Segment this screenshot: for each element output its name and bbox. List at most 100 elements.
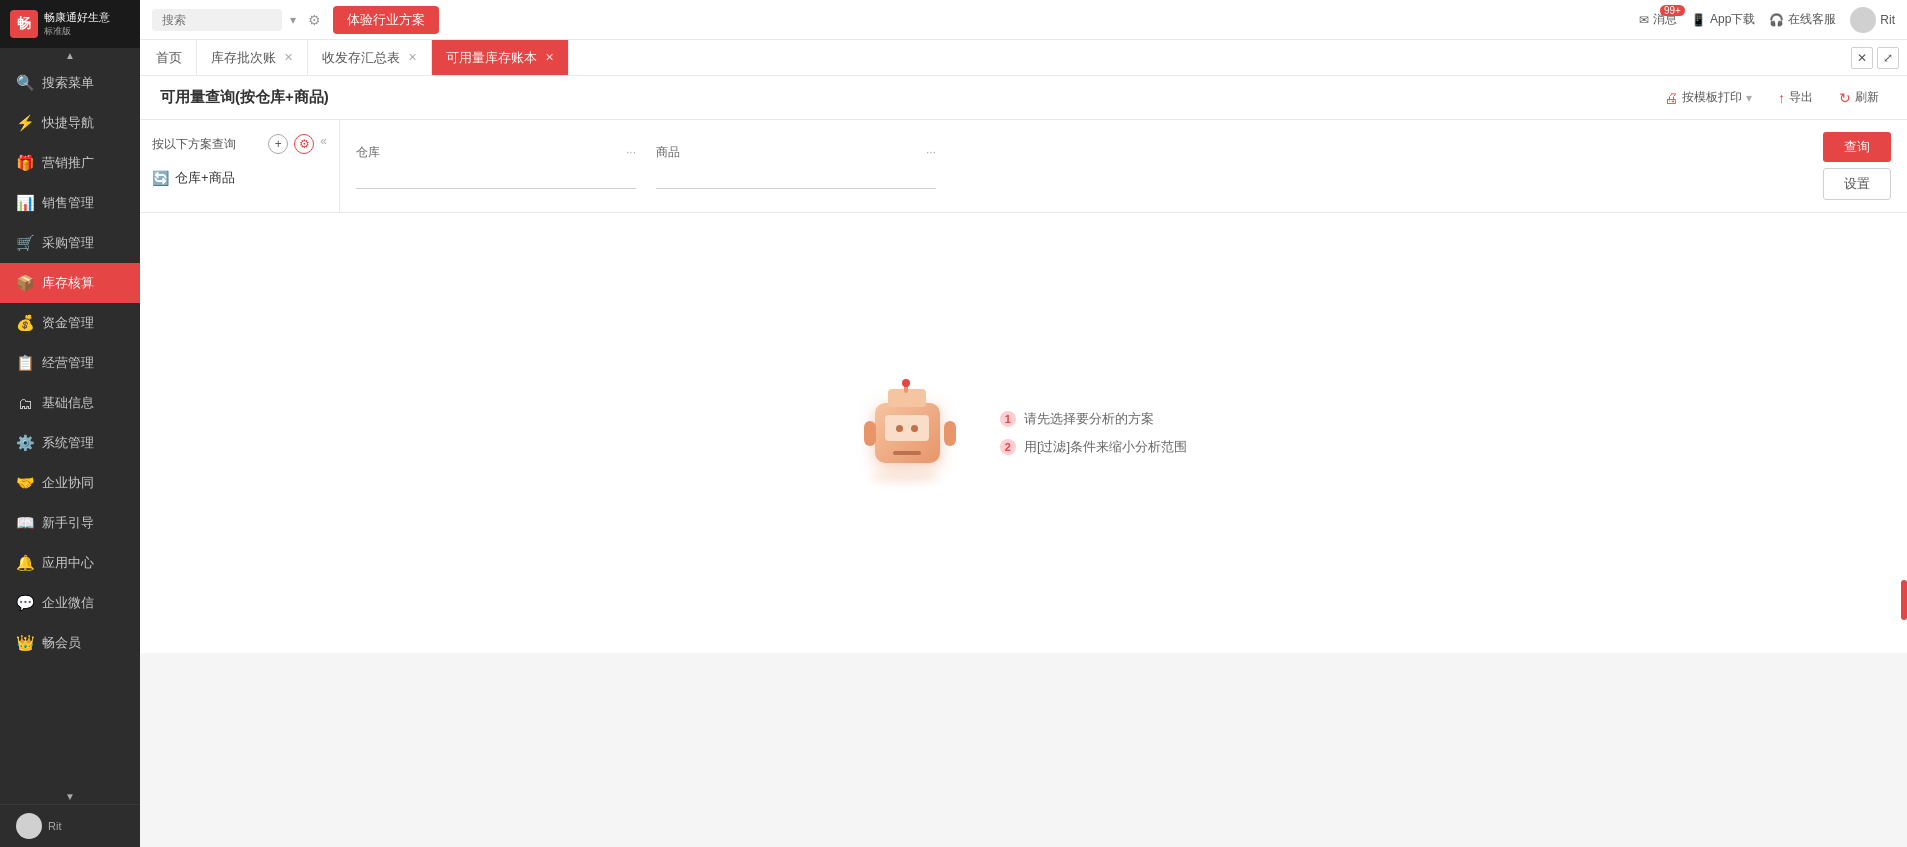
hint-item-2: 2 用[过滤]条件来缩小分析范围 xyxy=(1000,438,1187,456)
goods-field: 商品 ··· xyxy=(656,144,936,189)
sidebar: 畅 畅康通好生意 标准版 ▲ 🔍 搜索菜单 ⚡ 快捷导航 🎁 营销推广 📊 销售… xyxy=(0,0,140,847)
sidebar-item-system[interactable]: ⚙️ 系统管理 xyxy=(0,423,140,463)
expand-tab-button[interactable]: ⤢ xyxy=(1877,47,1899,69)
sidebar-item-sales[interactable]: 📊 销售管理 xyxy=(0,183,140,223)
guide-icon: 📖 xyxy=(16,514,34,532)
tab-available-ledger-close[interactable]: ✕ xyxy=(545,51,554,64)
tab-home[interactable]: 首页 xyxy=(140,40,197,76)
sidebar-item-member[interactable]: 👑 畅会员 xyxy=(0,623,140,663)
topbar-search-input[interactable] xyxy=(152,9,282,31)
user-avatar xyxy=(1850,7,1876,33)
sidebar-item-basic[interactable]: 🗂 基础信息 xyxy=(0,383,140,423)
empty-state: 1 请先选择要分析的方案 2 用[过滤]条件来缩小分析范围 xyxy=(140,213,1907,653)
purchase-icon: 🛒 xyxy=(16,234,34,252)
page-content: 可用量查询(按仓库+商品) 🖨 按模板打印 ▾ ↑ 导出 ↻ 刷新 xyxy=(140,76,1907,847)
scheme-label: 仓库+商品 xyxy=(175,169,235,187)
wecom-icon: 💬 xyxy=(16,594,34,612)
hint-text-1: 请先选择要分析的方案 xyxy=(1024,410,1154,428)
tab-batch-account[interactable]: 库存批次账 ✕ xyxy=(197,40,308,76)
hint-item-1: 1 请先选择要分析的方案 xyxy=(1000,410,1187,428)
sidebar-item-guide[interactable]: 📖 新手引导 xyxy=(0,503,140,543)
sidebar-item-label: 采购管理 xyxy=(42,234,94,252)
topbar-app-download[interactable]: 📱 App下载 xyxy=(1691,11,1755,28)
page-header-actions: 🖨 按模板打印 ▾ ↑ 导出 ↻ 刷新 xyxy=(1656,86,1887,109)
topbar-customer-service[interactable]: 🎧 在线客服 xyxy=(1769,11,1836,28)
app-badge: 标准版 xyxy=(44,25,110,38)
sidebar-item-apps[interactable]: 🔔 应用中心 xyxy=(0,543,140,583)
member-icon: 👑 xyxy=(16,634,34,652)
right-scrollbar[interactable] xyxy=(1901,580,1907,620)
message-icon: ✉ xyxy=(1639,13,1649,27)
finance-icon: 💰 xyxy=(16,314,34,332)
hint-num-2: 2 xyxy=(1000,439,1016,455)
sidebar-item-label: 基础信息 xyxy=(42,394,94,412)
sidebar-user-bottom[interactable]: Rit xyxy=(0,804,140,847)
tab-inventory-summary[interactable]: 收发存汇总表 ✕ xyxy=(308,40,432,76)
sidebar-item-wecom[interactable]: 💬 企业微信 xyxy=(0,583,140,623)
collapse-arrow[interactable]: « xyxy=(320,134,327,154)
trial-button[interactable]: 体验行业方案 xyxy=(333,6,439,34)
add-scheme-button[interactable]: + xyxy=(268,134,288,154)
export-icon: ↑ xyxy=(1778,90,1785,106)
goods-more-button[interactable]: ··· xyxy=(926,145,936,159)
topbar-gear-icon[interactable]: ⚙ xyxy=(308,12,321,28)
sidebar-item-label: 库存核算 xyxy=(42,274,94,292)
tab-home-label: 首页 xyxy=(156,49,182,67)
page-header: 可用量查询(按仓库+商品) 🖨 按模板打印 ▾ ↑ 导出 ↻ 刷新 xyxy=(140,76,1907,120)
query-fields: 仓库 ··· 商品 ··· 查询 设置 xyxy=(340,120,1907,212)
tabs-bar: 首页 库存批次账 ✕ 收发存汇总表 ✕ 可用量库存账本 ✕ ✕ ⤢ xyxy=(140,40,1907,76)
sidebar-item-label: 资金管理 xyxy=(42,314,94,332)
goods-field-label: 商品 ··· xyxy=(656,144,936,161)
sidebar-item-purchase[interactable]: 🛒 采购管理 xyxy=(0,223,140,263)
sales-icon: 📊 xyxy=(16,194,34,212)
sidebar-item-operations[interactable]: 📋 经营管理 xyxy=(0,343,140,383)
refresh-button[interactable]: ↻ 刷新 xyxy=(1831,86,1887,109)
print-button[interactable]: 🖨 按模板打印 ▾ xyxy=(1656,86,1760,109)
sidebar-item-marketing[interactable]: 🎁 营销推广 xyxy=(0,143,140,183)
sidebar-item-label: 搜索菜单 xyxy=(42,74,94,92)
warehouse-input[interactable] xyxy=(356,165,636,189)
topbar-message[interactable]: ✉ 消息 99+ xyxy=(1639,11,1677,28)
sidebar-item-search[interactable]: 🔍 搜索菜单 xyxy=(0,63,140,103)
empty-hints: 1 请先选择要分析的方案 2 用[过滤]条件来缩小分析范围 xyxy=(1000,410,1187,456)
topbar-dropdown-arrow[interactable]: ▾ xyxy=(290,13,296,27)
tab-batch-account-close[interactable]: ✕ xyxy=(284,51,293,64)
system-icon: ⚙️ xyxy=(16,434,34,452)
topbar-user[interactable]: Rit xyxy=(1850,7,1895,33)
query-actions: 查询 设置 xyxy=(1823,132,1891,200)
export-label: 导出 xyxy=(1789,89,1813,106)
sidebar-item-shortcut[interactable]: ⚡ 快捷导航 xyxy=(0,103,140,143)
warehouse-field: 仓库 ··· xyxy=(356,144,636,189)
operations-icon: 📋 xyxy=(16,354,34,372)
sidebar-item-inventory[interactable]: 📦 库存核算 xyxy=(0,263,140,303)
sidebar-scroll-up[interactable]: ▲ xyxy=(0,48,140,63)
close-tab-button[interactable]: ✕ xyxy=(1851,47,1873,69)
sidebar-nav: 🔍 搜索菜单 ⚡ 快捷导航 🎁 营销推广 📊 销售管理 🛒 采购管理 📦 库存核… xyxy=(0,63,140,789)
query-sidebar-header: 按以下方案查询 + ⚙ « xyxy=(140,130,339,162)
scheme-icon: 🔄 xyxy=(152,170,169,186)
refresh-icon: ↻ xyxy=(1839,90,1851,106)
tab-available-ledger[interactable]: 可用量库存账本 ✕ xyxy=(432,40,569,76)
tab-inventory-summary-label: 收发存汇总表 xyxy=(322,49,400,67)
tab-batch-account-label: 库存批次账 xyxy=(211,49,276,67)
sidebar-item-cooperation[interactable]: 🤝 企业协同 xyxy=(0,463,140,503)
sidebar-avatar xyxy=(16,813,42,839)
query-settings-button[interactable]: 设置 xyxy=(1823,168,1891,200)
search-button[interactable]: 查询 xyxy=(1823,132,1891,162)
sidebar-item-label: 系统管理 xyxy=(42,434,94,452)
goods-input[interactable] xyxy=(656,165,936,189)
sidebar-item-label: 快捷导航 xyxy=(42,114,94,132)
query-area: 按以下方案查询 + ⚙ « 🔄 仓库+商品 仓库 ··· xyxy=(140,120,1907,213)
query-sidebar-title: 按以下方案查询 xyxy=(152,136,236,153)
main-area: ▾ ⚙ 体验行业方案 ✉ 消息 99+ 📱 App下载 🎧 在线客服 Rit xyxy=(140,0,1907,847)
scheme-settings-button[interactable]: ⚙ xyxy=(294,134,314,154)
sidebar-username: Rit xyxy=(48,820,61,832)
sidebar-item-finance[interactable]: 💰 资金管理 xyxy=(0,303,140,343)
export-button[interactable]: ↑ 导出 xyxy=(1770,86,1821,109)
warehouse-more-button[interactable]: ··· xyxy=(626,145,636,159)
basic-icon: 🗂 xyxy=(16,395,34,412)
sidebar-scroll-down[interactable]: ▼ xyxy=(0,789,140,804)
tab-inventory-summary-close[interactable]: ✕ xyxy=(408,51,417,64)
shortcut-icon: ⚡ xyxy=(16,114,34,132)
query-scheme-item[interactable]: 🔄 仓库+商品 xyxy=(140,162,339,194)
